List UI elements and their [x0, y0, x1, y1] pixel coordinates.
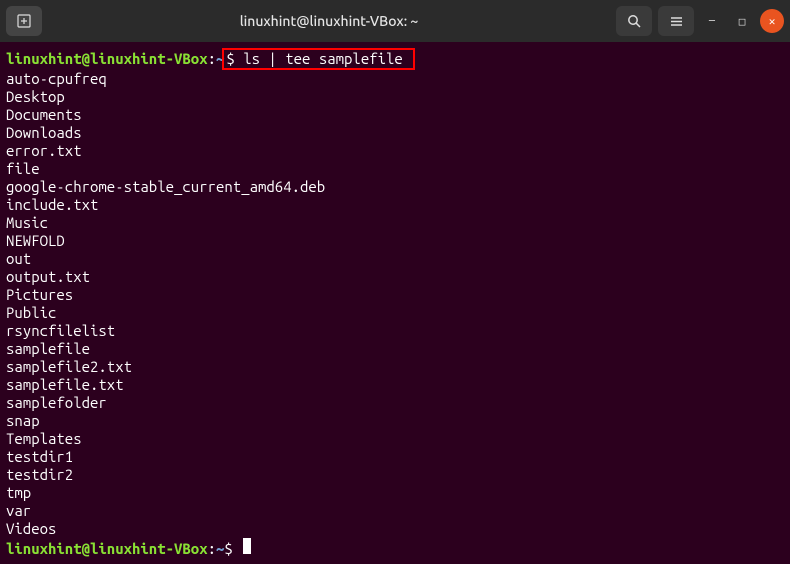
output-line: google-chrome-stable_current_amd64.deb [6, 178, 784, 196]
output-line: Music [6, 214, 784, 232]
output-line: snap [6, 412, 784, 430]
new-tab-button[interactable] [6, 6, 42, 36]
output-line: Downloads [6, 124, 784, 142]
output-line: samplefile [6, 340, 784, 358]
output-line: Templates [6, 430, 784, 448]
menu-button[interactable] [658, 6, 694, 36]
output-line: testdir1 [6, 448, 784, 466]
prompt-path: ~ [216, 540, 224, 558]
output-line: auto-cpufreq [6, 70, 784, 88]
search-icon [627, 14, 642, 29]
output-line: samplefile.txt [6, 376, 784, 394]
hamburger-icon [669, 14, 684, 29]
output-line: error.txt [6, 142, 784, 160]
prompt-colon: : [208, 540, 216, 558]
output-line: Pictures [6, 286, 784, 304]
output-container: auto-cpufreqDesktopDocumentsDownloadserr… [6, 70, 784, 538]
maximize-icon: □ [739, 15, 746, 28]
output-line: Videos [6, 520, 784, 538]
output-line: testdir2 [6, 466, 784, 484]
output-line: samplefolder [6, 394, 784, 412]
command-text: ls | tee samplefile [235, 50, 411, 68]
prompt-userhost: linuxhint@linuxhint-VBox [6, 540, 208, 558]
output-line: output.txt [6, 268, 784, 286]
close-icon: ✕ [769, 15, 776, 28]
terminal-body[interactable]: linuxhint@linuxhint-VBox:~$ ls | tee sam… [0, 42, 790, 564]
output-line: NEWFOLD [6, 232, 784, 250]
output-line: out [6, 250, 784, 268]
output-line: include.txt [6, 196, 784, 214]
output-line: tmp [6, 484, 784, 502]
output-line: rsyncfilelist [6, 322, 784, 340]
output-line: Documents [6, 106, 784, 124]
output-line: Desktop [6, 88, 784, 106]
prompt-dollar: $ [224, 540, 241, 558]
prompt-dollar: $ [226, 50, 234, 68]
maximize-button[interactable]: □ [730, 9, 754, 33]
minimize-button[interactable]: — [700, 9, 724, 33]
prompt-userhost: linuxhint@linuxhint-VBox [6, 50, 208, 68]
output-line: file [6, 160, 784, 178]
output-line: var [6, 502, 784, 520]
output-line: samplefile2.txt [6, 358, 784, 376]
titlebar-right: — □ ✕ [616, 6, 784, 36]
output-line: Public [6, 304, 784, 322]
close-button[interactable]: ✕ [760, 9, 784, 33]
new-tab-icon [17, 14, 32, 29]
command-highlight-box: $ ls | tee samplefile [222, 48, 415, 70]
prompt-line-2: linuxhint@linuxhint-VBox:~$ [6, 538, 784, 558]
prompt-line-1: linuxhint@linuxhint-VBox:~$ ls | tee sam… [6, 48, 784, 70]
cursor [243, 538, 251, 554]
prompt-colon: : [208, 50, 216, 68]
window-title: linuxhint@linuxhint-VBox: ~ [46, 13, 612, 29]
minimize-icon: — [709, 15, 715, 27]
search-button[interactable] [616, 6, 652, 36]
titlebar: linuxhint@linuxhint-VBox: ~ — □ ✕ [0, 0, 790, 42]
